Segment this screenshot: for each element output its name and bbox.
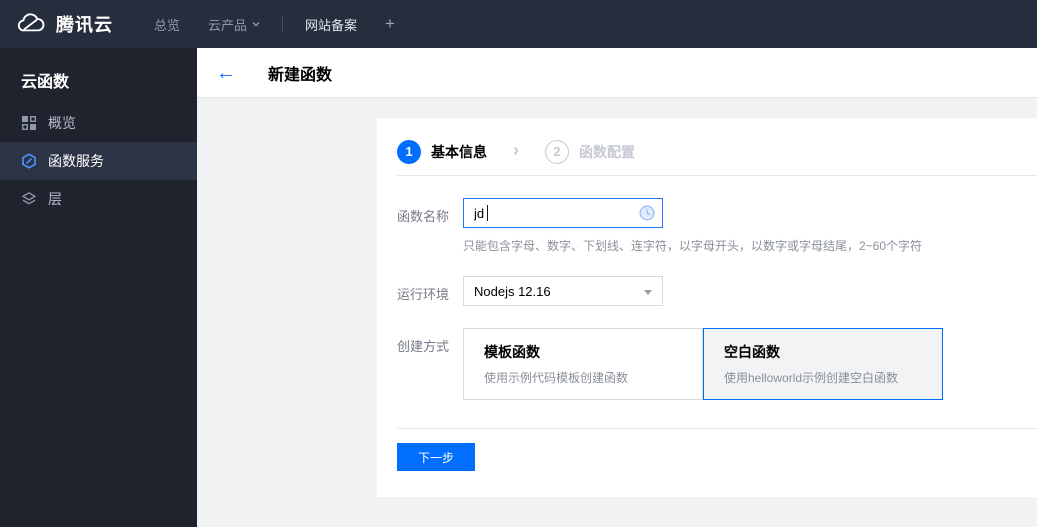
function-name-input[interactable] [463, 198, 663, 228]
top-navigation: 总览 云产品 网站备案 + [140, 14, 409, 34]
sidebar-item-overview[interactable]: 概览 [0, 104, 197, 142]
function-name-help: 只能包含字母、数字、下划线、连字符，以字母开头，以数字或字母结尾，2~60个字符 [463, 239, 923, 253]
option-desc: 使用示例代码模板创建函数 [484, 371, 629, 385]
option-desc: 使用helloworld示例创建空白函数 [724, 371, 899, 385]
select-caret-icon [644, 290, 652, 295]
nav-cloud-products-label: 云产品 [208, 17, 248, 33]
option-blank-function[interactable]: 空白函数 使用helloworld示例创建空白函数 [703, 328, 943, 400]
brand-label: 腾讯云 [56, 15, 113, 35]
step-number-badge: 1 [397, 139, 421, 164]
option-title: 模板函数 [484, 344, 540, 360]
tencent-cloud-logo-icon [13, 11, 47, 37]
back-button[interactable]: ← [216, 63, 236, 83]
runtime-selected-value: Nodejs 12.16 [474, 283, 551, 299]
step-label: 函数配置 [579, 143, 635, 160]
step-function-config: 2 函数配置 [545, 139, 635, 164]
text-cursor [487, 205, 488, 221]
nav-overview[interactable]: 总览 [154, 15, 180, 34]
creation-method-row: 创建方式 模板函数 使用示例代码模板创建函数 空白函数 使用helloworld… [397, 328, 1037, 400]
add-tab-button[interactable]: + [385, 14, 395, 34]
option-title: 空白函数 [724, 344, 780, 360]
next-step-button[interactable]: 下一步 [397, 443, 475, 471]
runtime-row: 运行环境 Nodejs 12.16 [397, 276, 1037, 306]
sidebar-title: 云函数 [21, 74, 70, 91]
sidebar-item-label: 函数服务 [48, 153, 104, 169]
creation-method-label: 创建方式 [397, 339, 450, 354]
chevron-down-icon [252, 21, 260, 27]
panel-footer: 下一步 [377, 429, 1037, 471]
grid-icon [21, 115, 37, 131]
tencent-cloud-console: 腾讯云 总览 云产品 网站备案 + 云函数 概览 函数服务 层 ← 新建函数 1… [0, 0, 1037, 527]
function-name-row: 函数名称 只能包含字母、数字、下划线、 [397, 198, 1037, 254]
sidebar-item-layers[interactable]: 层 [0, 180, 197, 218]
nav-cloud-products[interactable]: 云产品 [208, 15, 260, 34]
page-title: 新建函数 [268, 66, 333, 84]
brand[interactable]: 腾讯云 [0, 11, 130, 37]
layers-icon [21, 191, 37, 207]
sidebar-item-label: 层 [48, 191, 62, 207]
sidebar: 云函数 概览 函数服务 层 [0, 48, 197, 527]
sidebar-item-label: 概览 [48, 115, 76, 131]
step-chevron-icon: › [513, 140, 519, 160]
runtime-select[interactable]: Nodejs 12.16 [463, 276, 663, 306]
nav-separator [282, 16, 284, 32]
step-indicator: 1 基本信息 › 2 函数配置 [397, 128, 1037, 176]
creation-method-options: 模板函数 使用示例代码模板创建函数 空白函数 使用helloworld示例创建空… [463, 328, 943, 400]
content-area: 1 基本信息 › 2 函数配置 函数名称 jd 只能包含字母、数字、下划线、连字… [197, 99, 1037, 527]
step-number-badge: 2 [545, 139, 569, 164]
function-name-label: 函数名称 [397, 209, 450, 224]
step-label: 基本信息 [431, 143, 487, 160]
function-hexagon-icon [21, 153, 37, 169]
step-basic-info: 1 基本信息 [397, 139, 487, 164]
autofill-clock-icon[interactable] [639, 205, 655, 221]
nav-website-beian[interactable]: 网站备案 [305, 15, 357, 34]
runtime-label: 运行环境 [397, 287, 450, 302]
page-header: ← 新建函数 [197, 48, 1037, 98]
create-function-form: 函数名称 只能包含字母、数字、下划线、 [397, 198, 1037, 400]
topbar: 腾讯云 总览 云产品 网站备案 + [0, 0, 1037, 48]
create-function-panel: 1 基本信息 › 2 函数配置 函数名称 jd 只能包含字母、数字、下划线、连字… [377, 118, 1037, 497]
sidebar-item-function-service[interactable]: 函数服务 [0, 142, 197, 180]
function-name-input-wrap [463, 198, 663, 228]
option-template-function[interactable]: 模板函数 使用示例代码模板创建函数 [463, 328, 703, 400]
